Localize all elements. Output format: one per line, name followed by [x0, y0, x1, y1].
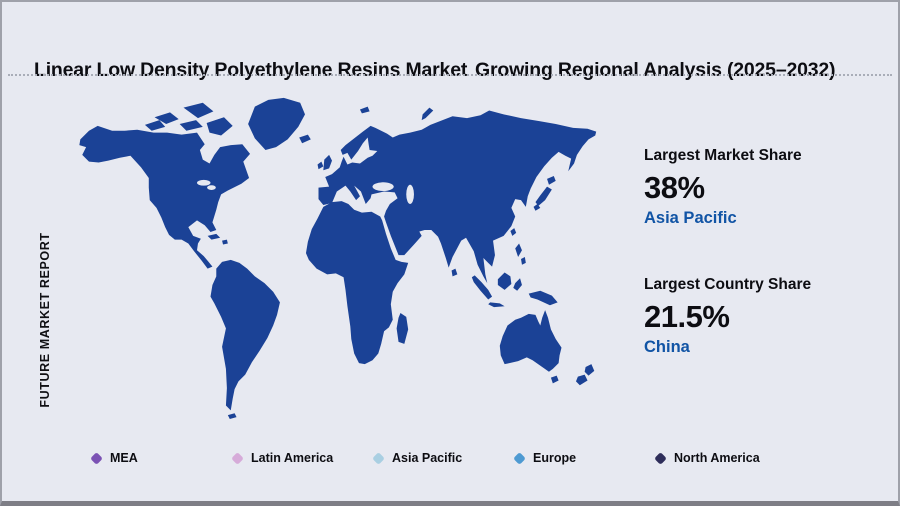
arctic-islands: [144, 102, 233, 136]
legend-label: Asia Pacific: [392, 451, 463, 465]
world-map-svg: [79, 97, 597, 420]
southeast-asia-islands: [451, 268, 558, 308]
stat-label: Largest Market Share: [644, 147, 802, 164]
great-lakes-east: [207, 185, 216, 191]
continents: [79, 97, 597, 420]
caribbean-islands: [207, 233, 228, 245]
legend: MEA Latin America Asia Pacific Europe No…: [2, 448, 898, 468]
legend-item-north-america: North America: [654, 448, 760, 468]
stat-region: Asia Pacific: [644, 209, 737, 227]
legend-item-asia-pacific: Asia Pacific: [372, 448, 463, 468]
continent-oceania: [499, 310, 595, 386]
infographic-canvas: Linear Low Density Polyethylene Resins M…: [0, 0, 900, 506]
black-sea: [372, 182, 394, 191]
legend-dot-icon: [90, 451, 103, 465]
continent-north-america: [79, 125, 251, 269]
stat-label: Largest Country Share: [644, 276, 812, 293]
great-lakes: [197, 179, 211, 186]
caspian-sea: [406, 184, 414, 204]
brand-vertical-label: FUTURE MARKET REPORT: [38, 232, 52, 408]
stats-panel: Largest Market Share 38% Asia Pacific La…: [644, 146, 894, 404]
stat-value: 21.5%: [644, 299, 730, 334]
stat-value: 38%: [644, 170, 705, 205]
title-divider: [8, 74, 892, 76]
legend-label: Europe: [533, 451, 577, 465]
stat-country-share: Largest Country Share 21.5% China: [644, 275, 894, 357]
legend-label: Latin America: [251, 451, 334, 465]
legend-dot-icon: [372, 451, 385, 465]
legend-dot-icon: [654, 451, 667, 465]
world-map: [62, 94, 602, 422]
stat-region: China: [644, 338, 690, 356]
legend-dot-icon: [513, 451, 526, 465]
page-title: Linear Low Density Polyethylene Resins M…: [34, 59, 468, 82]
legend-item-europe: Europe: [513, 448, 577, 468]
legend-item-latin-america: Latin America: [231, 448, 334, 468]
legend-dot-icon: [231, 451, 244, 465]
legend-label: MEA: [110, 451, 138, 465]
continent-south-america: [210, 259, 280, 420]
legend-item-mea: MEA: [90, 448, 138, 468]
legend-label: North America: [674, 451, 760, 465]
greenland: [248, 97, 311, 150]
stat-market-share: Largest Market Share 38% Asia Pacific: [644, 146, 894, 228]
page-subtitle: Growing Regional Analysis (2025–2032): [475, 59, 836, 82]
